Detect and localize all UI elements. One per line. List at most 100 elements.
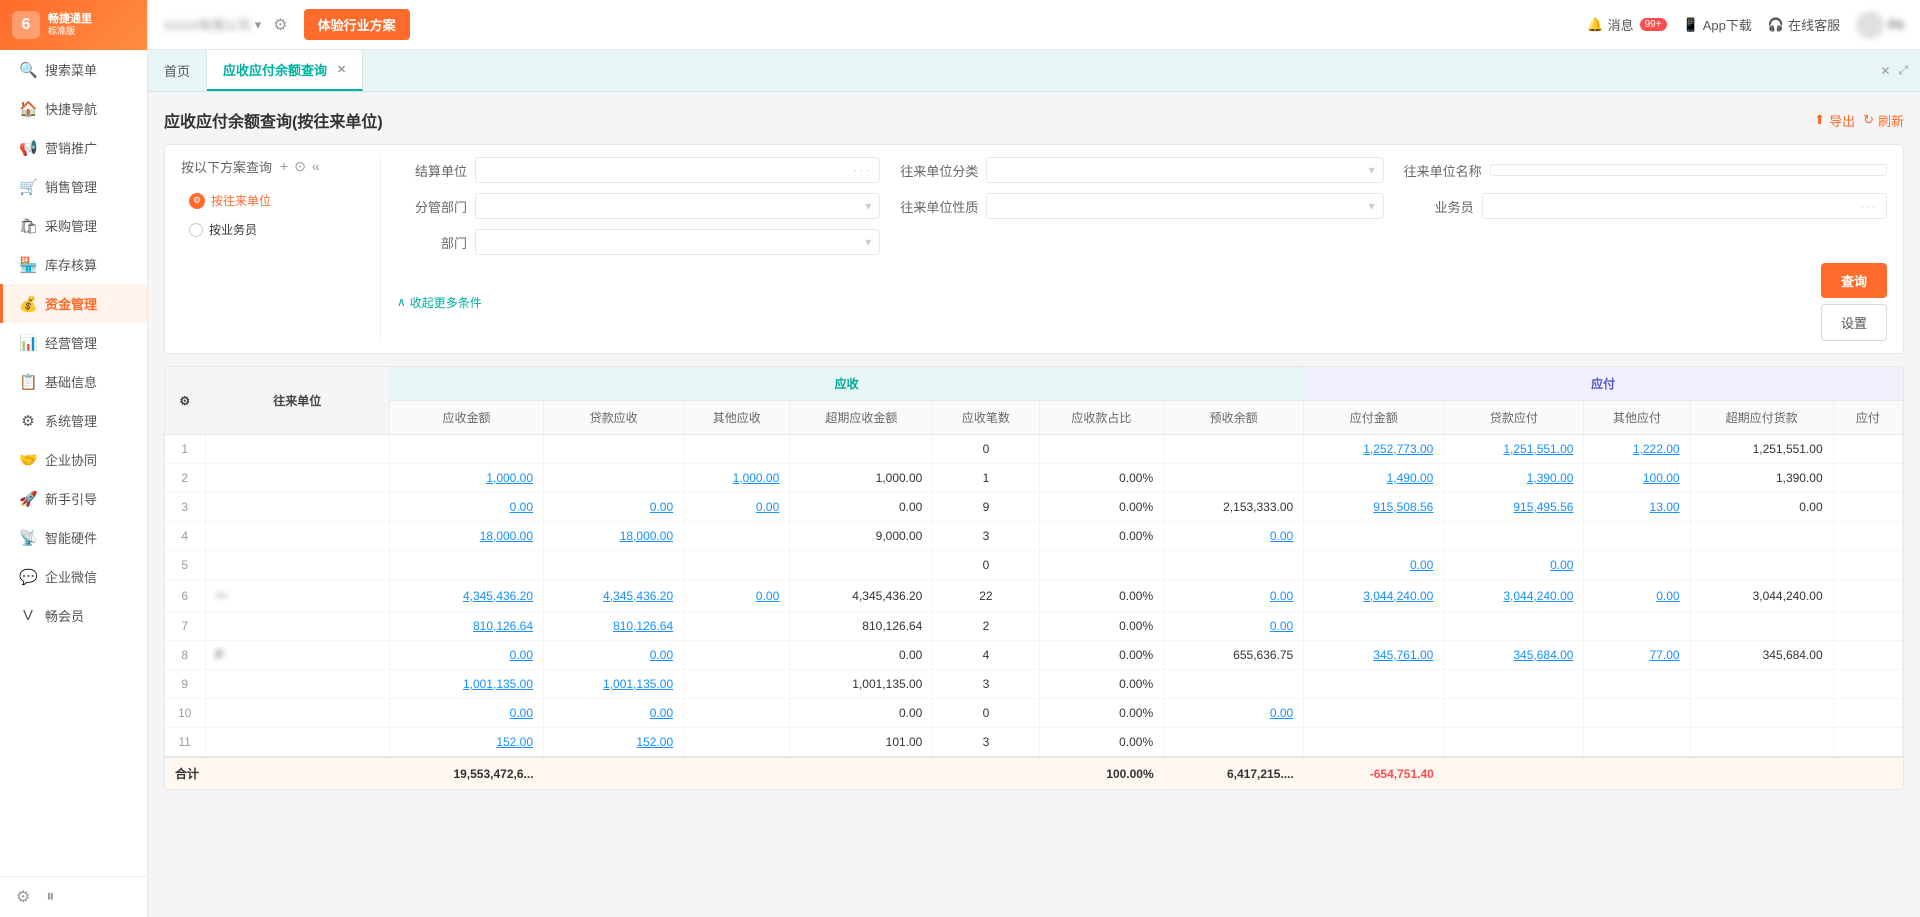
sidebar-collapse-icon[interactable]: ⏸ — [46, 888, 54, 906]
sidebar-item-sales[interactable]: 🛒 销售管理 — [0, 167, 147, 206]
th-ar-amount: 应收金额 — [390, 401, 544, 435]
sidebar-item-guide[interactable]: 🚀 新手引导 — [0, 479, 147, 518]
row-num: 5 — [165, 551, 205, 580]
row-loan-ap — [1444, 728, 1584, 758]
row-ar-count: 3 — [933, 522, 1039, 551]
row-overdue-ap — [1690, 728, 1833, 758]
dept-manage-input[interactable]: ▾ — [475, 193, 880, 219]
sidebar-item-member[interactable]: V 畅会员 — [0, 596, 147, 635]
app-download-btn[interactable]: 📱 App下载 — [1683, 15, 1752, 34]
sidebar-item-smart-hw[interactable]: 📡 智能硬件 — [0, 518, 147, 557]
table-footer: 合计 19,553,472,6... 100.00% 6,417,215....… — [165, 757, 1903, 789]
refresh-button[interactable]: ↻ 刷新 — [1863, 111, 1904, 130]
row-overdue-ap: 1,390.00 — [1690, 464, 1833, 493]
th-overdue-ar: 超期应收金额 — [790, 401, 933, 435]
sidebar-item-purchase[interactable]: 🛍 采购管理 — [0, 206, 147, 245]
sidebar-item-basic-info[interactable]: 📋 基础信息 — [0, 362, 147, 401]
row-unit — [205, 728, 390, 758]
footer-ap-total: -654,751.40 — [1304, 757, 1444, 789]
app-icon: 📱 — [1683, 17, 1699, 33]
sidebar-item-operation[interactable]: 📊 经营管理 — [0, 323, 147, 362]
row-loan-ap — [1444, 670, 1584, 699]
ar-ap-tab-label: 应收应付余额查询 — [223, 60, 327, 79]
footer-other-ar-total — [684, 757, 790, 789]
tab-home[interactable]: 首页 — [148, 51, 207, 90]
refresh-label: 刷新 — [1878, 111, 1904, 130]
sidebar-item-search-menu[interactable]: 🔍 搜索菜单 — [0, 50, 147, 89]
tab-close-icon[interactable]: ✕ — [337, 63, 346, 76]
footer-other-ap-total — [1584, 757, 1690, 789]
topbar-right: 🔔 消息 99+ 📱 App下载 🎧 在线客服 Rit — [1587, 11, 1904, 39]
export-button[interactable]: ⬆ 导出 — [1814, 111, 1855, 130]
sidebar-item-corp-collab[interactable]: 🤝 企业协同 — [0, 440, 147, 479]
row-overdue-ar: 810,126.64 — [790, 612, 933, 641]
table-footer-row: 合计 19,553,472,6... 100.00% 6,417,215....… — [165, 757, 1903, 789]
row-loan-ar — [544, 435, 684, 464]
sidebar-settings-icon[interactable]: ⚙ — [16, 887, 30, 907]
page-header: 应收应付余额查询(按往来单位) ⬆ 导出 ↻ 刷新 — [164, 108, 1904, 132]
tab-expand-icon[interactable]: ⤢ — [1898, 63, 1908, 78]
scheme-by-unit[interactable]: ⚙ 按往来单位 — [181, 188, 368, 213]
dept-input[interactable]: ▾ — [475, 229, 880, 255]
filter-collapse-icon[interactable]: « — [312, 158, 320, 175]
settlement-unit-input[interactable]: ··· — [475, 157, 880, 183]
unit-name-input[interactable] — [1490, 164, 1887, 176]
dept-manage-arrow-icon: ▾ — [865, 199, 871, 213]
row-advance-balance — [1164, 435, 1304, 464]
scheme-unit-icon: ⚙ — [189, 193, 205, 209]
footer-advance-total: 6,417,215.... — [1164, 757, 1304, 789]
table-row: 9 1,001,135.00 1,001,135.00 1,001,135.00… — [165, 670, 1903, 699]
filter-scheme-panel: 按以下方案查询 + ⊙ « ⚙ 按往来单位 — [181, 157, 381, 341]
tab-ar-ap-query[interactable]: 应收应付余额查询 ✕ — [207, 50, 363, 91]
sidebar-item-system[interactable]: ⚙ 系统管理 — [0, 401, 147, 440]
footer-ar-count-total — [933, 757, 1039, 789]
sidebar-item-corp-wechat[interactable]: 💬 企业微信 — [0, 557, 147, 596]
row-num: 1 — [165, 435, 205, 464]
online-service-btn[interactable]: 🎧 在线客服 — [1768, 15, 1840, 34]
row-ar-ratio — [1039, 551, 1164, 580]
th-settings[interactable]: ⚙ — [165, 367, 205, 435]
sidebar-item-quick-nav[interactable]: 🏠 快捷导航 — [0, 89, 147, 128]
row-ar-count: 1 — [933, 464, 1039, 493]
breadcrumb-arrow[interactable]: ▾ — [255, 17, 262, 33]
tab-close-all-icon[interactable]: ✕ — [1880, 64, 1890, 78]
table-settings-icon[interactable]: ⚙ — [179, 394, 190, 408]
filter-add-icon[interactable]: + — [280, 158, 288, 175]
home-icon: 🏠 — [19, 100, 37, 118]
row-overdue-ap — [1690, 670, 1833, 699]
collapse-filter-btn[interactable]: ∧ 收起更多条件 — [397, 288, 482, 317]
settings-button[interactable]: 设置 — [1821, 304, 1887, 341]
row-overdue-ap: 0.00 — [1690, 493, 1833, 522]
table-scrollable[interactable]: ⚙ 往来单位 应收 应付 应收金额 贷款应收 其他应收 超期应收金额 — [165, 367, 1903, 789]
row-ar-ratio: 0.00% — [1039, 612, 1164, 641]
sidebar: 6 畅捷通里 标准版 🔍 搜索菜单 🏠 快捷导航 📢 营销推广 🛒 销售管理 🛍… — [0, 0, 148, 917]
salesperson-input[interactable]: ··· — [1482, 193, 1887, 219]
unit-category-input[interactable]: ▾ — [986, 157, 1383, 183]
sidebar-item-inventory[interactable]: 🏪 库存核算 — [0, 245, 147, 284]
row-loan-ar — [544, 464, 684, 493]
sidebar-item-label: 企业微信 — [45, 567, 97, 586]
wechat-icon: 💬 — [19, 568, 37, 586]
footer-overdue-ap-total — [1690, 757, 1833, 789]
user-area[interactable]: Rit — [1856, 11, 1904, 39]
unit-nature-input[interactable]: ▾ — [986, 193, 1383, 219]
row-loan-ap — [1444, 522, 1584, 551]
table-row: 8 P 0.00 0.00 0.00 4 0.00% 655,636.75 34… — [165, 641, 1903, 670]
row-loan-ap: 1,390.00 — [1444, 464, 1584, 493]
scheme-by-staff[interactable]: 按业务员 — [181, 217, 368, 242]
table-container: ⚙ 往来单位 应收 应付 应收金额 贷款应收 其他应收 超期应收金额 — [164, 366, 1904, 790]
topbar-settings-icon[interactable]: ⚙ — [273, 15, 287, 35]
row-unit — [205, 670, 390, 699]
filter-settings-icon[interactable]: ⊙ — [294, 158, 306, 175]
row-num: 2 — [165, 464, 205, 493]
row-loan-ap: 915,495.56 — [1444, 493, 1584, 522]
row-overdue-ar: 0.00 — [790, 699, 933, 728]
row-advance-balance: 0.00 — [1164, 580, 1304, 612]
solution-button[interactable]: 体验行业方案 — [304, 9, 410, 40]
row-ap-extra — [1833, 670, 1902, 699]
notifications-btn[interactable]: 🔔 消息 99+ — [1587, 15, 1666, 34]
row-ar-count: 3 — [933, 670, 1039, 699]
sidebar-item-marketing[interactable]: 📢 营销推广 — [0, 128, 147, 167]
sidebar-item-finance[interactable]: 💰 资金管理 — [0, 284, 147, 323]
query-button[interactable]: 查询 — [1821, 263, 1887, 298]
